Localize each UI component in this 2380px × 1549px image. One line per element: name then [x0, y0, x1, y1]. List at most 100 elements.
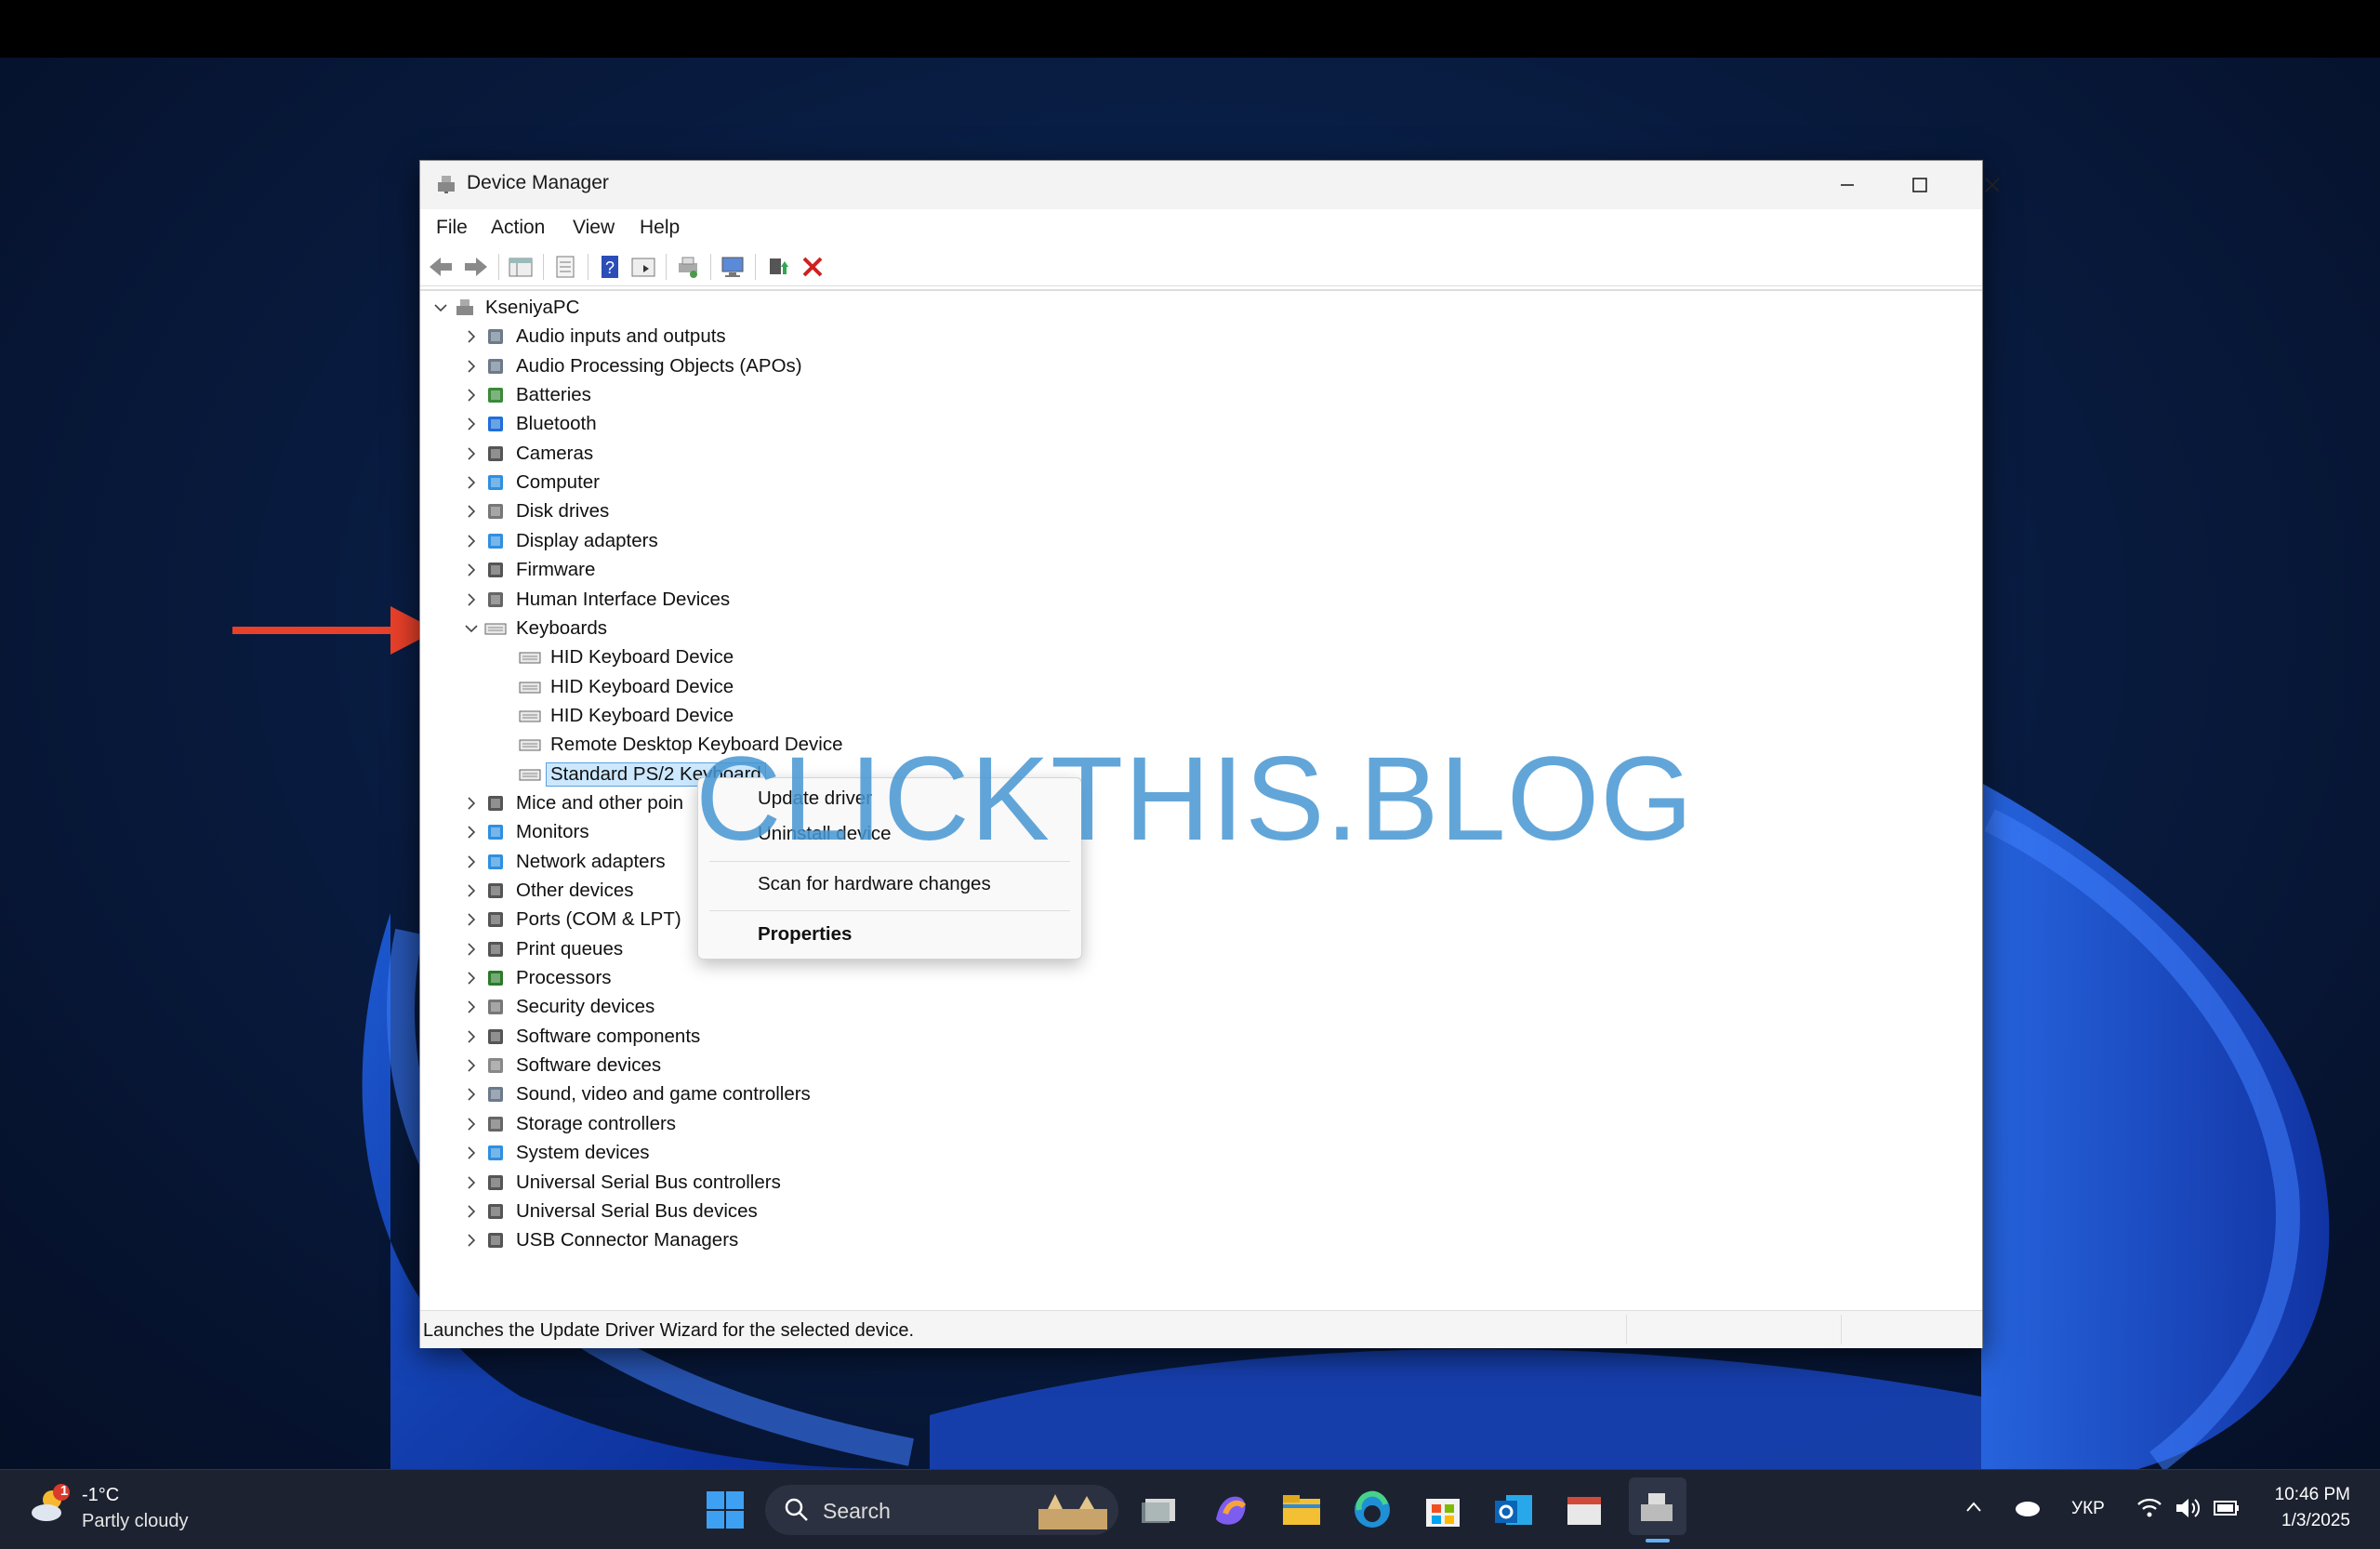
edge-icon[interactable] [1348, 1486, 1396, 1534]
back-icon[interactable] [428, 254, 454, 280]
category-icon [488, 1028, 503, 1044]
scan-hardware-icon[interactable] [720, 254, 746, 280]
tree-keyboard-device-label: HID Keyboard Device [550, 675, 734, 697]
chevron-right-icon[interactable] [464, 504, 479, 519]
forward-icon[interactable] [463, 254, 489, 280]
chevron-right-icon[interactable] [464, 912, 479, 927]
onedrive-icon[interactable] [2012, 1496, 2042, 1518]
tree-category-label: Display adapters [516, 529, 658, 551]
red-arrow-left [232, 606, 437, 655]
chevron-right-icon[interactable] [464, 475, 479, 490]
menu-file[interactable]: File [436, 217, 468, 239]
menu-help[interactable]: Help [640, 217, 680, 239]
chevron-right-icon[interactable] [464, 1233, 479, 1248]
chevron-right-icon[interactable] [464, 854, 479, 869]
menu-action[interactable]: Action [491, 217, 545, 239]
store-icon[interactable] [1419, 1486, 1467, 1534]
device-manager-taskbar-icon[interactable] [1633, 1486, 1682, 1534]
tree-category-label: Human Interface Devices [516, 588, 731, 610]
chevron-right-icon[interactable] [464, 1058, 479, 1073]
menu-bar: File Action View Help [420, 209, 1982, 246]
chevron-right-icon[interactable] [464, 446, 479, 461]
status-text: Launches the Update Driver Wizard for th… [423, 1320, 915, 1341]
clock-time[interactable]: 10:46 PM [2268, 1485, 2350, 1505]
outlook-icon[interactable] [1489, 1486, 1538, 1534]
chevron-right-icon[interactable] [464, 359, 479, 374]
tree-category-label: Software devices [516, 1054, 662, 1077]
tree-category-label: Universal Serial Bus devices [516, 1199, 758, 1222]
title-bar: Device Manager [420, 161, 2000, 209]
tree-category-label: System devices [516, 1142, 650, 1164]
battery-icon[interactable] [2213, 1498, 2241, 1518]
wifi-icon[interactable] [2136, 1496, 2162, 1520]
tree-category-label: Cameras [516, 442, 594, 464]
close-button[interactable] [1956, 161, 2029, 209]
category-icon [488, 971, 503, 986]
chevron-right-icon[interactable] [464, 592, 479, 607]
chevron-right-icon[interactable] [464, 1000, 479, 1014]
weather-temperature: -1°C [82, 1485, 120, 1505]
update-driver-icon[interactable] [764, 254, 790, 280]
chevron-right-icon[interactable] [464, 1145, 479, 1160]
chevron-right-icon[interactable] [464, 534, 479, 549]
chevron-right-icon[interactable] [464, 388, 479, 403]
volume-icon[interactable] [2174, 1496, 2202, 1520]
show-hide-tree-icon[interactable] [508, 254, 534, 280]
minimize-button[interactable] [1811, 161, 1884, 209]
copilot-icon[interactable] [1207, 1486, 1255, 1534]
svg-text:?: ? [605, 258, 615, 277]
keyboard-icon [519, 769, 541, 781]
weather-condition: Partly cloudy [82, 1511, 189, 1531]
tree-category-label: Firmware [516, 559, 596, 581]
chevron-right-icon[interactable] [464, 825, 479, 840]
menu-scan-hardware[interactable]: Scan for hardware changes [758, 873, 991, 895]
menu-view[interactable]: View [573, 217, 615, 239]
file-explorer-icon[interactable] [1277, 1486, 1326, 1534]
taskbar: 1 -1°C Partly cloudy Search УКР 10:46 PM… [0, 1469, 2380, 1549]
category-icon [488, 533, 503, 549]
chevron-right-icon[interactable] [464, 417, 479, 431]
maximize-button[interactable] [1884, 161, 1956, 209]
category-icon [484, 623, 507, 635]
category-icon [488, 1000, 503, 1015]
clock-date[interactable]: 1/3/2025 [2268, 1511, 2350, 1531]
taskbar-search[interactable]: Search [765, 1485, 1118, 1535]
tree-category-label: Audio inputs and outputs [516, 325, 726, 348]
print-icon[interactable] [675, 254, 701, 280]
keyboard-icon [519, 682, 541, 694]
chevron-right-icon[interactable] [464, 1117, 479, 1132]
chevron-up-icon[interactable] [1964, 1498, 1983, 1516]
tree-category-label: Security devices [516, 996, 655, 1018]
chevron-right-icon[interactable] [464, 1175, 479, 1190]
help-icon[interactable]: ? [597, 254, 623, 280]
chevron-right-icon[interactable] [464, 1029, 479, 1044]
language-indicator[interactable]: УКР [2071, 1499, 2105, 1519]
properties-icon[interactable] [552, 254, 578, 280]
chevron-right-icon[interactable] [464, 1087, 479, 1102]
chevron-right-icon[interactable] [464, 883, 479, 898]
tree-category-label: Network adapters [516, 850, 666, 872]
action-pane-icon[interactable] [630, 254, 656, 280]
menu-separator [709, 861, 1070, 862]
chevron-right-icon[interactable] [464, 563, 479, 577]
chevron-right-icon[interactable] [464, 942, 479, 957]
chevron-right-icon[interactable] [464, 796, 479, 811]
chevron-down-icon[interactable] [433, 300, 448, 315]
task-view-icon[interactable] [1136, 1486, 1184, 1534]
chevron-right-icon[interactable] [464, 1204, 479, 1219]
chevron-right-icon[interactable] [464, 329, 479, 344]
toolbar-separator [498, 254, 499, 280]
tree-keyboard-device-label: Remote Desktop Keyboard Device [550, 734, 843, 756]
start-icon[interactable] [701, 1486, 749, 1534]
menu-uninstall-device[interactable]: Uninstall device [758, 823, 892, 845]
menu-properties[interactable]: Properties [758, 923, 852, 946]
app-icon[interactable] [1560, 1486, 1608, 1534]
chevron-down-icon[interactable] [464, 621, 479, 636]
menu-update-driver[interactable]: Update driver [758, 788, 872, 810]
category-icon [488, 445, 503, 461]
category-icon [488, 1116, 503, 1132]
uninstall-icon[interactable] [800, 254, 826, 280]
chevron-right-icon[interactable] [464, 971, 479, 986]
device-manager-window: Device Manager File Action View Help ? K… [419, 160, 2000, 1348]
category-icon [488, 388, 503, 404]
